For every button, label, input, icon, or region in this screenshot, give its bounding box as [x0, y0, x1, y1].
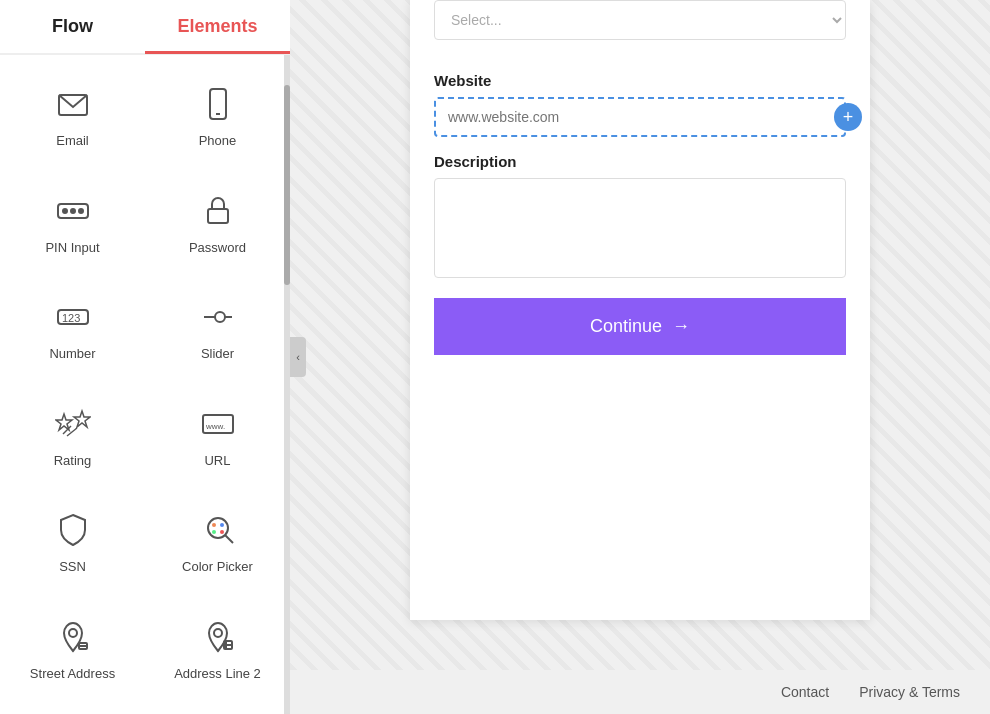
street-address-icon [55, 619, 91, 660]
form-container: Select... Website + Description [290, 0, 990, 670]
tab-flow[interactable]: Flow [0, 2, 145, 51]
svg-rect-7 [208, 209, 228, 223]
ssn-icon [55, 512, 91, 553]
element-label-pin: PIN Input [45, 240, 99, 257]
element-item-address-line2[interactable]: Address Line 2 [145, 598, 290, 705]
website-label: Website [434, 72, 846, 89]
email-icon [55, 86, 91, 127]
element-label-phone: Phone [199, 133, 237, 150]
element-item-slider[interactable]: Slider [145, 278, 290, 385]
element-label-street-address: Street Address [30, 666, 115, 683]
element-item-url[interactable]: www. URL [145, 385, 290, 492]
number-icon: 123 [55, 299, 91, 340]
top-tabs: Flow Elements [0, 0, 290, 55]
scroll-thumb [284, 85, 290, 285]
element-label-url: URL [204, 453, 230, 470]
element-label-slider: Slider [201, 346, 234, 363]
element-label-rating: Rating [54, 453, 92, 470]
element-item-number[interactable]: 123 Number [0, 278, 145, 385]
element-label-number: Number [49, 346, 95, 363]
continue-arrow-icon: → [672, 316, 690, 337]
element-label-color-picker: Color Picker [182, 559, 253, 576]
description-input[interactable] [434, 178, 846, 278]
elements-grid: Email Phone PIN Input [0, 55, 290, 714]
add-field-button[interactable]: + [834, 103, 862, 131]
element-item-street-address[interactable]: Street Address [0, 598, 145, 705]
password-icon [200, 193, 236, 234]
right-panel: Select... Website + Description [290, 0, 990, 714]
website-field-wrapper: + [434, 97, 846, 137]
svg-point-5 [71, 209, 75, 213]
form-wrapper: Select... Website + Description [290, 0, 990, 670]
left-panel: Flow Elements Email Phone [0, 0, 290, 714]
select-input[interactable]: Select... [434, 0, 846, 40]
svg-point-18 [220, 523, 224, 527]
tab-elements[interactable]: Elements [145, 2, 290, 54]
description-label: Description [434, 153, 846, 170]
continue-button[interactable]: Continue → [434, 298, 846, 355]
contact-link[interactable]: Contact [781, 684, 829, 700]
element-item-pin[interactable]: PIN Input [0, 172, 145, 279]
element-item-password[interactable]: Password [145, 172, 290, 279]
privacy-link[interactable]: Privacy & Terms [859, 684, 960, 700]
website-field-group: Website + [434, 72, 846, 137]
website-input[interactable] [434, 97, 846, 137]
element-item-color-picker[interactable]: Color Picker [145, 491, 290, 598]
collapse-panel-button[interactable]: ‹ [290, 337, 306, 377]
form-body: Select... Website + Description [410, 0, 870, 620]
svg-point-25 [214, 629, 222, 637]
url-icon: www. [200, 406, 236, 447]
element-item-phone[interactable]: Phone [145, 65, 290, 172]
address-line2-icon [200, 619, 236, 660]
element-item-email[interactable]: Email [0, 65, 145, 172]
element-item-ssn[interactable]: SSN [0, 491, 145, 598]
select-field-group: Select... [434, 0, 846, 56]
phone-icon [200, 86, 236, 127]
svg-point-20 [220, 530, 224, 534]
element-label-email: Email [56, 133, 89, 150]
color-picker-icon [200, 512, 236, 553]
form-card: Select... Website + Description [410, 0, 870, 620]
svg-point-6 [79, 209, 83, 213]
svg-point-4 [63, 209, 67, 213]
element-label-password: Password [189, 240, 246, 257]
element-label-ssn: SSN [59, 559, 86, 576]
svg-text:www.: www. [205, 422, 225, 431]
footer: Contact Privacy & Terms [290, 670, 990, 714]
svg-point-11 [215, 312, 225, 322]
element-label-address-line2: Address Line 2 [174, 666, 261, 683]
slider-icon [200, 299, 236, 340]
element-item-rating[interactable]: Rating [0, 385, 145, 492]
description-field-group: Description [434, 153, 846, 282]
pin-icon [55, 193, 91, 234]
continue-label: Continue [590, 316, 662, 337]
svg-line-21 [225, 535, 233, 543]
svg-text:123: 123 [62, 312, 80, 324]
svg-point-19 [212, 530, 216, 534]
rating-icon [55, 406, 91, 447]
scroll-indicator [284, 55, 290, 714]
svg-point-22 [69, 629, 77, 637]
svg-marker-13 [74, 411, 90, 427]
svg-point-17 [212, 523, 216, 527]
